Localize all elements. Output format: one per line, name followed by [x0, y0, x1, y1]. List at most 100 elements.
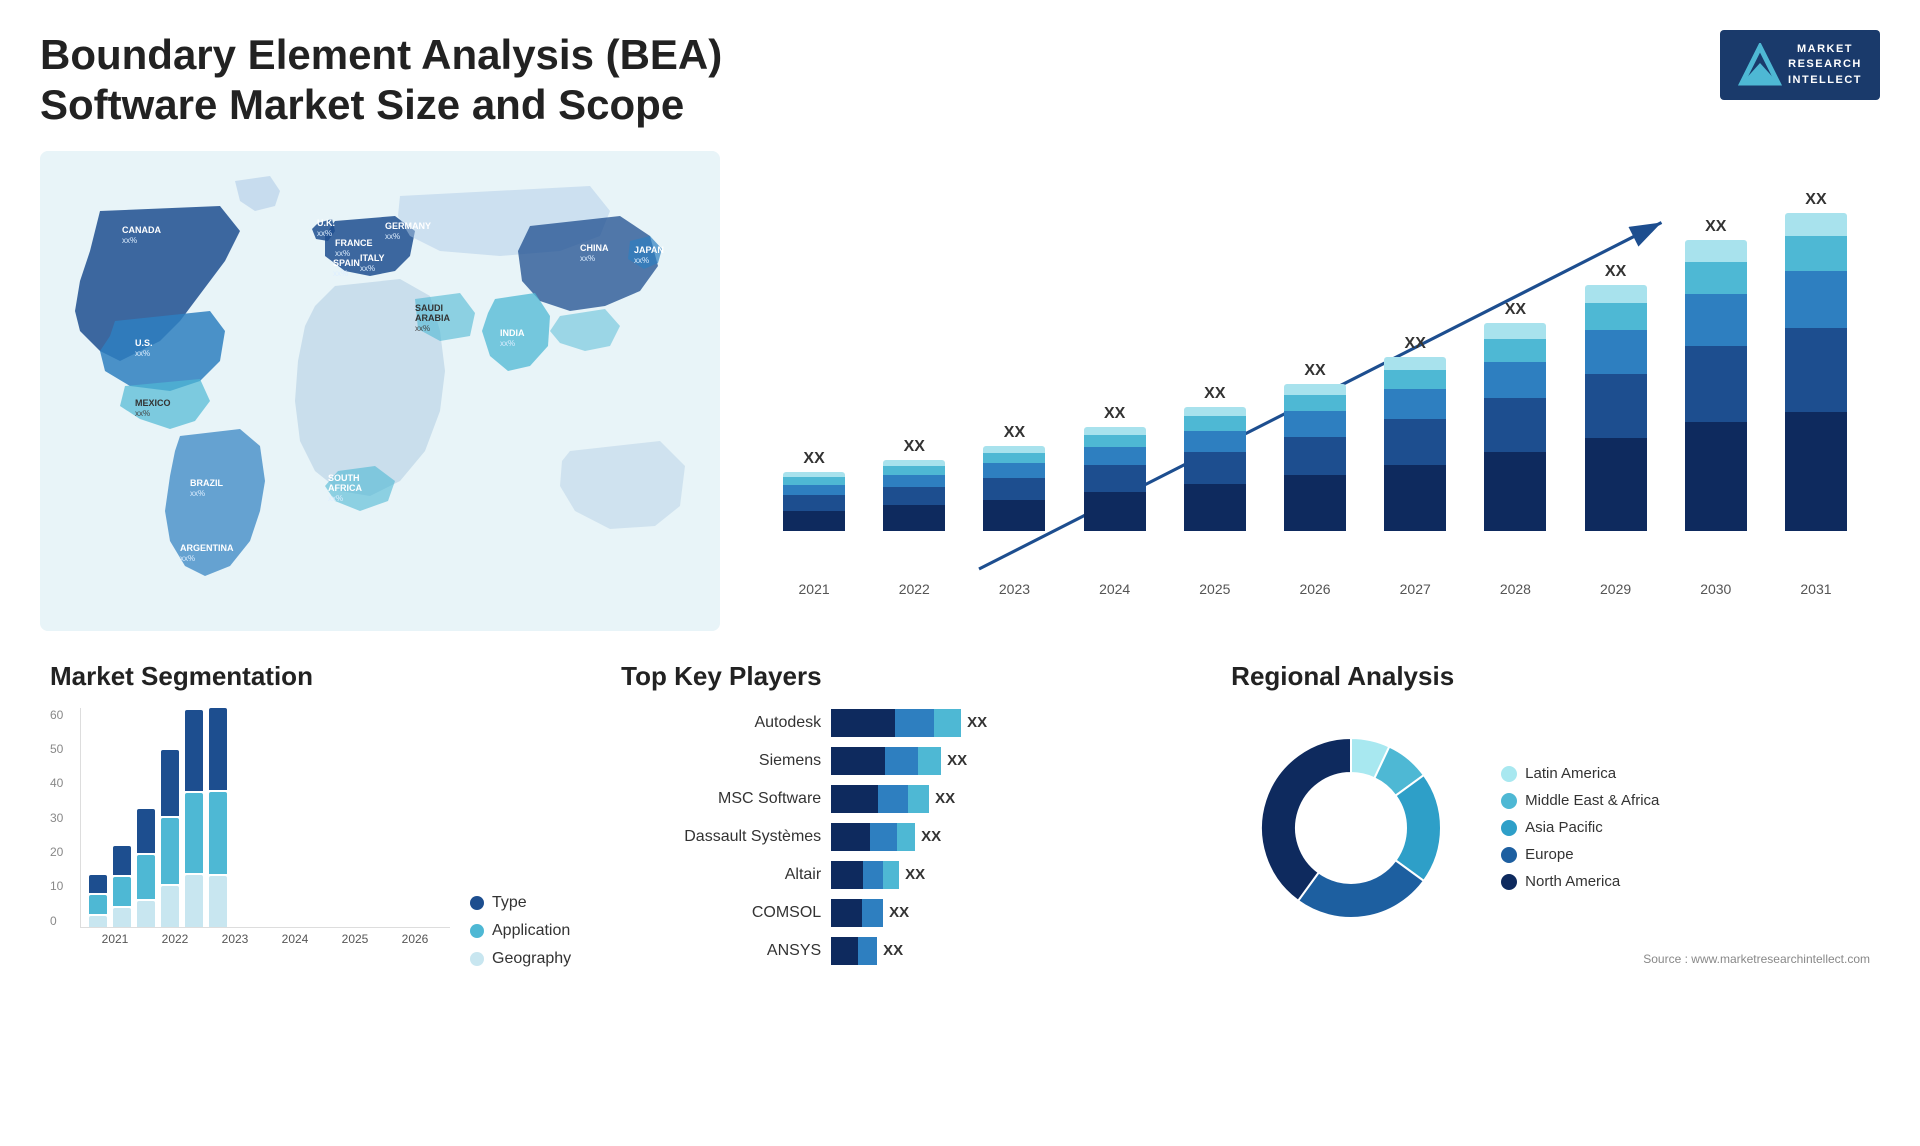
bar-group: XX — [1772, 191, 1860, 531]
seg-x-label: 2023 — [208, 932, 262, 946]
bar-label-top: XX — [1705, 218, 1726, 236]
seg-bar — [137, 901, 155, 927]
seg-y-label: 20 — [50, 845, 63, 859]
bottom-row: Market Segmentation 6050403020100 202120… — [40, 651, 1880, 1116]
legend-label: Type — [492, 894, 527, 912]
svg-text:FRANCE: FRANCE — [335, 238, 373, 248]
year-label: 2030 — [1672, 581, 1760, 597]
player-bar — [831, 709, 961, 737]
bar-label-top: XX — [1004, 424, 1025, 442]
svg-text:xx%: xx% — [190, 489, 205, 498]
player-bar — [831, 823, 915, 851]
legend-dot — [470, 896, 484, 910]
year-label: 2031 — [1772, 581, 1860, 597]
seg-bar — [209, 708, 227, 790]
svg-text:JAPAN: JAPAN — [634, 245, 664, 255]
logo-box: MARKET RESEARCH INTELLECT — [1720, 30, 1880, 100]
seg-y-label: 0 — [50, 914, 63, 928]
donut-segment — [1261, 738, 1351, 901]
player-bar — [831, 899, 883, 927]
svg-text:xx%: xx% — [135, 349, 150, 358]
svg-text:BRAZIL: BRAZIL — [190, 478, 223, 488]
regional-legend-dot — [1501, 766, 1517, 782]
bar-group: XX — [1171, 191, 1259, 531]
page-title: Boundary Element Analysis (BEA) Software… — [40, 30, 860, 131]
player-xx-label: XX — [883, 942, 903, 959]
regional-legend-label: North America — [1525, 873, 1620, 890]
seg-bar — [209, 792, 227, 874]
legend-label: Application — [492, 922, 570, 940]
top-row: CANADA xx% U.S. xx% MEXICO xx% BRAZIL xx… — [40, 151, 1880, 631]
svg-text:ITALY: ITALY — [360, 253, 385, 263]
players-list: AutodeskXXSiemensXXMSC SoftwareXXDassaul… — [621, 708, 1181, 966]
players-section: Top Key Players AutodeskXXSiemensXXMSC S… — [611, 651, 1191, 1116]
segmentation-title: Market Segmentation — [50, 661, 571, 692]
bar-label-top: XX — [1304, 362, 1325, 380]
player-bar-container: XX — [831, 708, 1181, 738]
seg-bar — [209, 876, 227, 927]
svg-text:GERMANY: GERMANY — [385, 221, 431, 231]
bar-label-top: XX — [1605, 263, 1626, 281]
seg-bar — [161, 886, 179, 926]
seg-bar — [89, 916, 107, 927]
players-title: Top Key Players — [621, 661, 1181, 692]
player-xx-label: XX — [935, 790, 955, 807]
svg-text:AFRICA: AFRICA — [328, 483, 362, 493]
player-name: ANSYS — [621, 942, 821, 960]
legend-label: Geography — [492, 950, 571, 968]
player-row: COMSOLXX — [621, 898, 1181, 928]
seg-year-group — [113, 708, 131, 927]
player-row: Dassault Systèmes XX — [621, 822, 1181, 852]
player-row: Autodesk XX — [621, 708, 1181, 738]
bar-label-top: XX — [904, 438, 925, 456]
seg-chart-area: 6050403020100 202120222023202420252026 T… — [50, 708, 571, 968]
year-label: 2023 — [970, 581, 1058, 597]
bar-group: XX — [770, 191, 858, 531]
bar-label-top: XX — [1805, 191, 1826, 209]
svg-text:xx%: xx% — [360, 264, 375, 273]
player-name: Dassault Systèmes — [621, 828, 821, 846]
player-xx-label: XX — [967, 714, 987, 731]
bar-group: XX — [1371, 191, 1459, 531]
player-xx-label: XX — [889, 904, 909, 921]
seg-bar — [161, 818, 179, 884]
player-name: Autodesk — [621, 714, 821, 732]
regional-legend: Latin AmericaMiddle East & AfricaAsia Pa… — [1501, 765, 1659, 890]
bar-label-top: XX — [803, 450, 824, 468]
seg-x-label: 2024 — [268, 932, 322, 946]
player-bar-container: XX — [831, 822, 1181, 852]
seg-bar — [185, 710, 203, 791]
year-label: 2026 — [1271, 581, 1359, 597]
year-label: 2022 — [870, 581, 958, 597]
player-row: AltairXX — [621, 860, 1181, 890]
svg-text:U.K.: U.K. — [317, 218, 335, 228]
svg-text:xx%: xx% — [634, 256, 649, 265]
bar-label-top: XX — [1104, 405, 1125, 423]
svg-text:xx%: xx% — [333, 269, 348, 278]
seg-year-group — [185, 708, 203, 927]
seg-y-label: 50 — [50, 742, 63, 756]
svg-text:CANADA: CANADA — [122, 225, 161, 235]
player-bar-container: XX — [831, 784, 1181, 814]
seg-y-label: 60 — [50, 708, 63, 722]
svg-text:INDIA: INDIA — [500, 328, 525, 338]
seg-x-label: 2025 — [328, 932, 382, 946]
player-name: Altair — [621, 866, 821, 884]
seg-legend: Type Application Geography — [470, 894, 571, 968]
regional-section: Regional Analysis Latin AmericaMiddle Ea… — [1221, 651, 1880, 1116]
seg-bars-group — [80, 708, 450, 928]
legend-item: Geography — [470, 950, 571, 968]
seg-x-label: 2026 — [388, 932, 442, 946]
world-map-section: CANADA xx% U.S. xx% MEXICO xx% BRAZIL xx… — [40, 151, 720, 631]
logo-line1: MARKET — [1788, 42, 1862, 57]
seg-x-label: 2021 — [88, 932, 142, 946]
regional-legend-label: Middle East & Africa — [1525, 792, 1659, 809]
svg-text:SOUTH: SOUTH — [328, 473, 360, 483]
world-map-svg: CANADA xx% U.S. xx% MEXICO xx% BRAZIL xx… — [40, 151, 720, 631]
player-xx-label: XX — [947, 752, 967, 769]
svg-text:xx%: xx% — [415, 324, 430, 333]
bar-chart-area: XXXXXXXXXXXXXXXXXXXXXX 20212022202320242… — [770, 191, 1860, 611]
player-name: MSC Software — [621, 790, 821, 808]
donut-segment — [1298, 860, 1424, 918]
legend-dot — [470, 924, 484, 938]
